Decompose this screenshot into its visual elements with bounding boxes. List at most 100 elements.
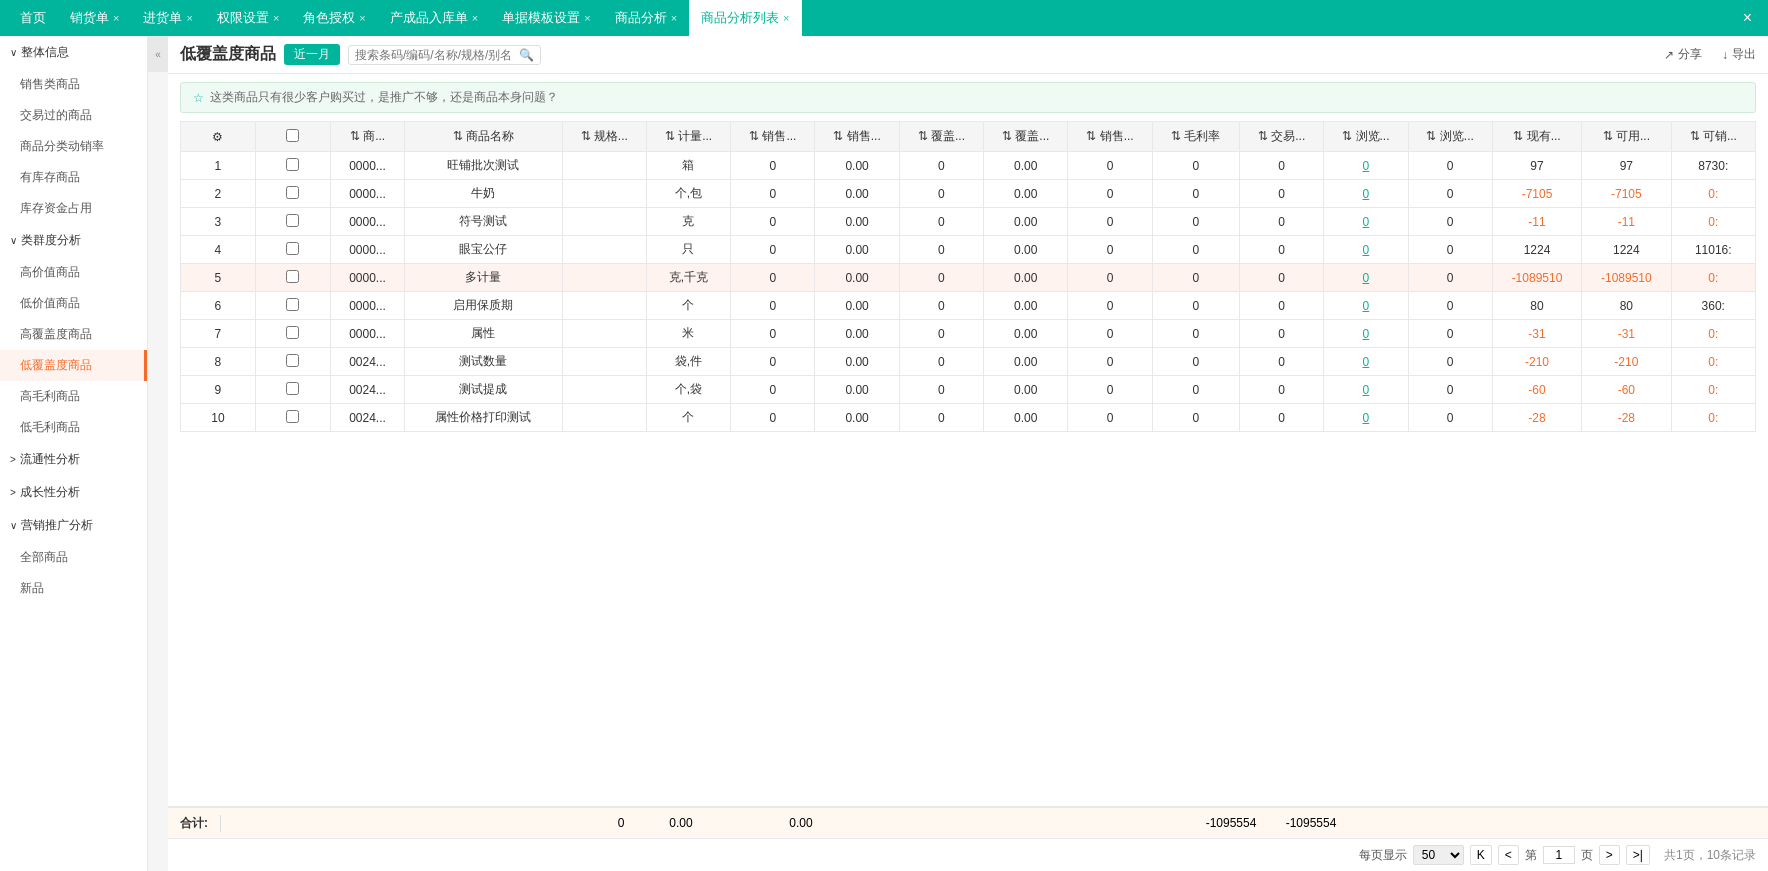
period-button[interactable]: 近一月: [284, 44, 340, 65]
nav-close-进货单[interactable]: ×: [186, 12, 192, 24]
sidebar-section-流通性分析[interactable]: >流通性分析: [0, 443, 147, 476]
nav-item-商品分析列表[interactable]: 商品分析列表×: [689, 0, 801, 36]
cell-name: 旺铺批次测试: [405, 152, 562, 180]
col-header-spec[interactable]: ⇅ 规格...: [562, 122, 646, 152]
browse-link[interactable]: 0: [1363, 243, 1370, 257]
row-checkbox[interactable]: [286, 382, 299, 395]
col-header-sales_qty[interactable]: ⇅ 销售...: [731, 122, 815, 152]
sidebar-collapse-button[interactable]: «: [148, 36, 168, 72]
row-checkbox[interactable]: [286, 242, 299, 255]
browse-link[interactable]: 0: [1363, 159, 1370, 173]
sidebar-section-类群度分析[interactable]: ∨类群度分析: [0, 224, 147, 257]
page-size-select[interactable]: 50 100 200: [1413, 845, 1464, 865]
col-header-browse1[interactable]: ⇅ 浏览...: [1324, 122, 1408, 152]
sidebar-section-营销推广分析[interactable]: ∨营销推广分析: [0, 509, 147, 542]
nav-close-权限设置[interactable]: ×: [273, 12, 279, 24]
nav-item-商品分析[interactable]: 商品分析×: [603, 0, 689, 36]
col-header-coverage2[interactable]: ⇅ 覆盖...: [984, 122, 1068, 152]
share-button[interactable]: ↗ 分享: [1664, 46, 1702, 63]
nav-item-权限设置[interactable]: 权限设置×: [205, 0, 291, 36]
col-header-name[interactable]: ⇅ 商品名称: [405, 122, 562, 152]
select-all-checkbox[interactable]: [286, 129, 299, 142]
col-header-available[interactable]: ⇅ 可用...: [1582, 122, 1671, 152]
last-page-button[interactable]: >|: [1626, 845, 1650, 865]
col-header-browse2[interactable]: ⇅ 浏览...: [1408, 122, 1492, 152]
cell-sales_qty: 0: [731, 180, 815, 208]
cell-coverage2: 0.00: [984, 320, 1068, 348]
browse-link[interactable]: 0: [1363, 215, 1370, 229]
sidebar-item-商品分类动销率[interactable]: 商品分类动销率: [0, 131, 147, 162]
sidebar-item-高价值商品[interactable]: 高价值商品: [0, 257, 147, 288]
row-checkbox[interactable]: [286, 186, 299, 199]
nav-item-角色授权[interactable]: 角色授权×: [291, 0, 377, 36]
sidebar-item-高毛利商品[interactable]: 高毛利商品: [0, 381, 147, 412]
cell-name: 牛奶: [405, 180, 562, 208]
cell-code: 0024...: [330, 348, 405, 376]
sidebar-item-低覆盖度商品[interactable]: 低覆盖度商品: [0, 350, 147, 381]
nav-item-首页[interactable]: 首页: [8, 0, 58, 36]
nav-close-单据模板设置[interactable]: ×: [584, 12, 590, 24]
row-checkbox[interactable]: [286, 298, 299, 311]
nav-close-产成品入库单[interactable]: ×: [472, 12, 478, 24]
page-number-input[interactable]: [1543, 846, 1575, 864]
row-checkbox[interactable]: [286, 410, 299, 423]
search-input[interactable]: [355, 48, 515, 62]
nav-close-销货单[interactable]: ×: [113, 12, 119, 24]
browse-link[interactable]: 0: [1363, 327, 1370, 341]
browse-link[interactable]: 0: [1363, 271, 1370, 285]
browse-link[interactable]: 0: [1363, 411, 1370, 425]
nav-close-角色授权[interactable]: ×: [359, 12, 365, 24]
row-checkbox[interactable]: [286, 158, 299, 171]
sidebar-item-销售类商品[interactable]: 销售类商品: [0, 69, 147, 100]
totals-value: -1095554: [1191, 814, 1271, 832]
cell-sales3: 0: [1068, 320, 1152, 348]
nav-close-商品分析[interactable]: ×: [671, 12, 677, 24]
cell-saleable: 11016:: [1671, 236, 1755, 264]
sidebar-item-交易过的商品[interactable]: 交易过的商品: [0, 100, 147, 131]
col-header-trade[interactable]: ⇅ 交易...: [1239, 122, 1323, 152]
cell-browse2: 0: [1408, 180, 1492, 208]
col-header-code[interactable]: ⇅ 商...: [330, 122, 405, 152]
close-all-button[interactable]: ×: [1735, 9, 1760, 27]
totals-bar: 合计:00.000.00-1095554-1095554: [168, 806, 1768, 838]
sidebar-item-库存资金占用[interactable]: 库存资金占用: [0, 193, 147, 224]
col-header-sales_amt[interactable]: ⇅ 销售...: [815, 122, 899, 152]
nav-item-单据模板设置[interactable]: 单据模板设置×: [490, 0, 602, 36]
sidebar-item-全部商品[interactable]: 全部商品: [0, 542, 147, 573]
sidebar-item-有库存商品[interactable]: 有库存商品: [0, 162, 147, 193]
nav-close-商品分析列表[interactable]: ×: [783, 12, 789, 24]
nav-item-进货单[interactable]: 进货单×: [131, 0, 204, 36]
table-row: 30000...符号测试克00.0000.0000000-11-110:: [181, 208, 1756, 236]
sidebar-section-成长性分析[interactable]: >成长性分析: [0, 476, 147, 509]
col-header-current[interactable]: ⇅ 现有...: [1492, 122, 1581, 152]
first-page-button[interactable]: K: [1470, 845, 1492, 865]
row-checkbox[interactable]: [286, 326, 299, 339]
sidebar-section-整体信息[interactable]: ∨整体信息: [0, 36, 147, 69]
col-header-sales3[interactable]: ⇅ 销售...: [1068, 122, 1152, 152]
cell-spec: [562, 292, 646, 320]
row-checkbox[interactable]: [286, 214, 299, 227]
row-checkbox[interactable]: [286, 354, 299, 367]
browse-link[interactable]: 0: [1363, 383, 1370, 397]
nav-item-销货单[interactable]: 销货单×: [58, 0, 131, 36]
export-button[interactable]: ↓ 导出: [1722, 46, 1756, 63]
row-checkbox[interactable]: [286, 270, 299, 283]
export-icon: ↓: [1722, 48, 1728, 62]
search-icon[interactable]: 🔍: [519, 48, 534, 62]
sidebar-item-高覆盖度商品[interactable]: 高覆盖度商品: [0, 319, 147, 350]
col-header-gross_margin[interactable]: ⇅ 毛利率: [1152, 122, 1239, 152]
settings-icon[interactable]: ⚙: [212, 130, 223, 144]
cell-code: 0000...: [330, 236, 405, 264]
browse-link[interactable]: 0: [1363, 299, 1370, 313]
col-header-unit[interactable]: ⇅ 计量...: [646, 122, 730, 152]
col-header-coverage1[interactable]: ⇅ 覆盖...: [899, 122, 983, 152]
sidebar-item-新品[interactable]: 新品: [0, 573, 147, 604]
col-header-saleable[interactable]: ⇅ 可销...: [1671, 122, 1755, 152]
browse-link[interactable]: 0: [1363, 355, 1370, 369]
sidebar-item-低毛利商品[interactable]: 低毛利商品: [0, 412, 147, 443]
prev-page-button[interactable]: <: [1498, 845, 1519, 865]
browse-link[interactable]: 0: [1363, 187, 1370, 201]
sidebar-item-低价值商品[interactable]: 低价值商品: [0, 288, 147, 319]
nav-item-产成品入库单[interactable]: 产成品入库单×: [378, 0, 490, 36]
next-page-button[interactable]: >: [1599, 845, 1620, 865]
